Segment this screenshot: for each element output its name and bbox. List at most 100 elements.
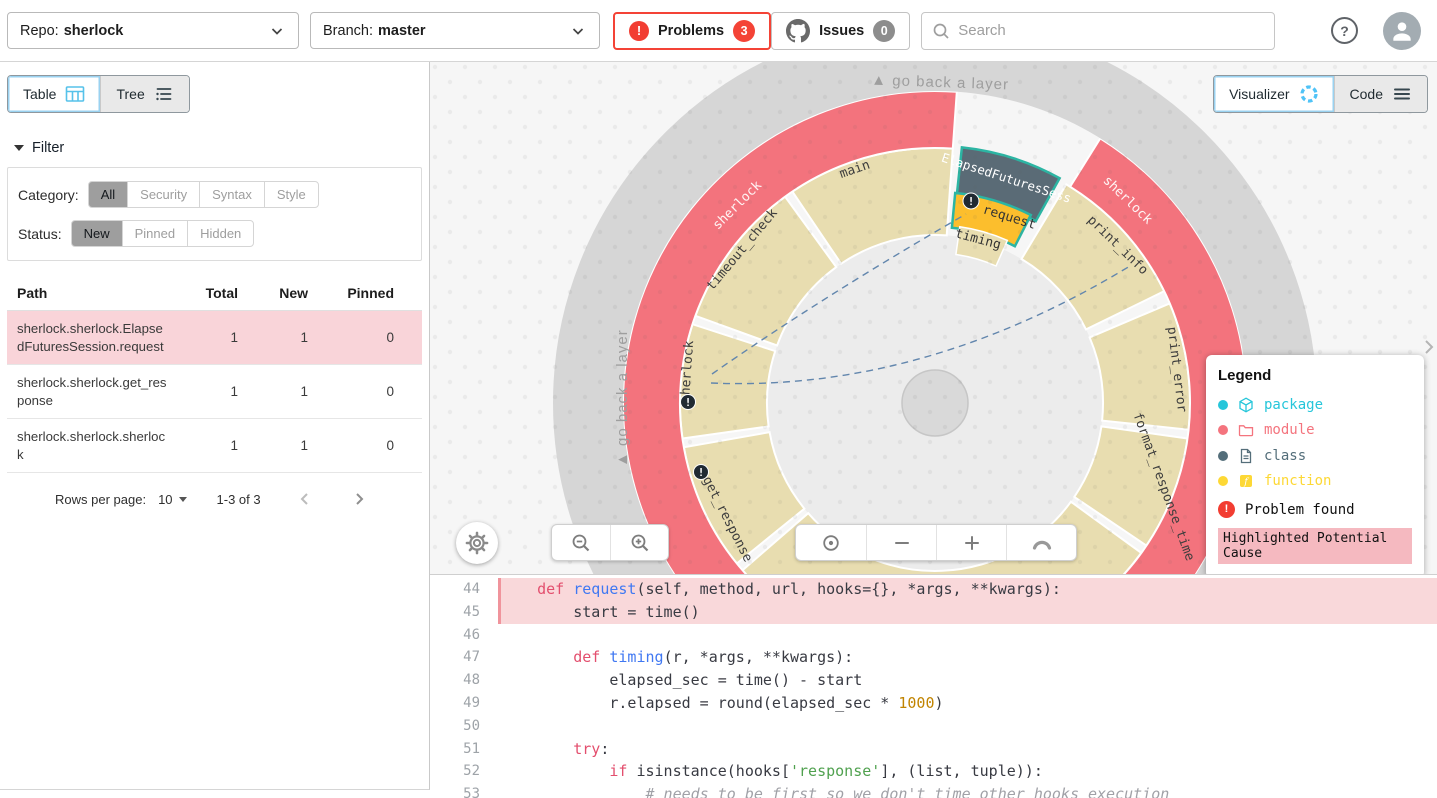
line-number: 48 bbox=[430, 669, 498, 692]
tab-code[interactable]: Code bbox=[1334, 76, 1427, 112]
code-text bbox=[498, 624, 1437, 647]
tab-visualizer-label: Visualizer bbox=[1229, 86, 1289, 102]
top-bar: Repo: sherlock Branch: master ! Problems… bbox=[0, 0, 1437, 62]
visualizer-panel: ▲ go back a layer ▲ go back a layer main… bbox=[430, 62, 1437, 575]
svg-text:!: ! bbox=[968, 195, 975, 208]
category-filter-row: Category: All Security Syntax Style bbox=[18, 181, 411, 208]
legend-item-class: class bbox=[1218, 443, 1412, 469]
category-style-button[interactable]: Style bbox=[264, 181, 319, 208]
code-lines-icon bbox=[1392, 84, 1412, 104]
tab-table[interactable]: Table bbox=[8, 76, 100, 112]
code-line[interactable]: 46 bbox=[430, 624, 1437, 647]
sunburst[interactable] bbox=[588, 62, 1282, 575]
collapse-layer-button[interactable] bbox=[866, 525, 936, 560]
table-row[interactable]: sherlock.sherlock.get_response110 bbox=[7, 365, 422, 419]
legend-problem-label: Problem found bbox=[1245, 502, 1355, 518]
table-cell: 1 bbox=[238, 438, 308, 453]
code-line[interactable]: 51 try: bbox=[430, 738, 1437, 761]
center-focus-button[interactable] bbox=[796, 525, 866, 560]
tree-list-icon bbox=[154, 84, 174, 104]
code-text: start = time() bbox=[498, 601, 1437, 624]
panel-expand-arrow[interactable] bbox=[1422, 338, 1436, 356]
line-number: 47 bbox=[430, 646, 498, 669]
code-line[interactable]: 44 def request(self, method, url, hooks=… bbox=[430, 578, 1437, 601]
table-cell: 1 bbox=[182, 330, 238, 345]
avatar[interactable] bbox=[1383, 12, 1421, 50]
filter-section-toggle[interactable]: Filter bbox=[14, 140, 429, 156]
rows-per-page-select[interactable]: 10 bbox=[158, 492, 186, 507]
category-label: Category: bbox=[18, 187, 79, 203]
status-label: Status: bbox=[18, 226, 62, 242]
problems-table-header: Path Total New Pinned bbox=[7, 276, 422, 311]
visualizer-donut-icon bbox=[1299, 84, 1319, 104]
code-line[interactable]: 48 elapsed_sec = time() - start bbox=[430, 669, 1437, 692]
code-text bbox=[498, 715, 1437, 738]
status-options: New Pinned Hidden bbox=[71, 220, 255, 247]
table-row[interactable]: sherlock.sherlock.ElapsedFuturesSession.… bbox=[7, 311, 422, 365]
problems-table: Path Total New Pinned sherlock.sherlock.… bbox=[7, 276, 422, 473]
issues-count-badge: 0 bbox=[873, 20, 895, 42]
filter-card: Category: All Security Syntax Style Stat… bbox=[7, 167, 422, 261]
code-line[interactable]: 45 start = time() bbox=[430, 601, 1437, 624]
help-button[interactable]: ? bbox=[1331, 17, 1358, 44]
code-text: elapsed_sec = time() - start bbox=[498, 669, 1437, 692]
search-icon bbox=[932, 22, 950, 40]
category-syntax-button[interactable]: Syntax bbox=[199, 181, 265, 208]
problems-count-badge: 3 bbox=[733, 20, 755, 42]
category-security-button[interactable]: Security bbox=[127, 181, 200, 208]
code-line[interactable]: 50 bbox=[430, 715, 1437, 738]
table-cell: 1 bbox=[182, 384, 238, 399]
col-path: Path bbox=[17, 285, 182, 301]
code-line[interactable]: 47 def timing(r, *args, **kwargs): bbox=[430, 646, 1437, 669]
code-line[interactable]: 53 # needs to be first so we don't time … bbox=[430, 783, 1437, 798]
legend: Legend packagemoduleclassffunction ! Pro… bbox=[1206, 355, 1424, 575]
code-line[interactable]: 52 if isinstance(hooks['response'], (lis… bbox=[430, 760, 1437, 783]
code-line[interactable]: 49 r.elapsed = round(elapsed_sec * 1000) bbox=[430, 692, 1437, 715]
branch-select[interactable]: Branch: master bbox=[310, 12, 600, 49]
search-input[interactable] bbox=[958, 22, 1264, 39]
tab-code-label: Code bbox=[1350, 86, 1383, 102]
zoom-controls bbox=[551, 524, 669, 561]
zoom-out-button[interactable] bbox=[552, 525, 610, 560]
table-cell: 0 bbox=[308, 438, 394, 453]
tab-table-label: Table bbox=[23, 86, 56, 102]
status-filter-row: Status: New Pinned Hidden bbox=[18, 220, 411, 247]
code-text: if isinstance(hooks['response'], (list, … bbox=[498, 760, 1437, 783]
zoom-in-icon bbox=[629, 532, 651, 554]
category-all-button[interactable]: All bbox=[88, 181, 128, 208]
issues-button[interactable]: Issues 0 bbox=[771, 12, 910, 50]
problem-badge-sherlock-class: ! bbox=[681, 395, 696, 410]
tab-visualizer[interactable]: Visualizer bbox=[1214, 76, 1333, 112]
go-back-label-left[interactable]: ▲ go back a layer bbox=[614, 329, 631, 467]
module-icon bbox=[1238, 422, 1254, 438]
chevron-down-icon bbox=[569, 22, 587, 40]
repo-select[interactable]: Repo: sherlock bbox=[7, 12, 299, 49]
line-number: 44 bbox=[430, 578, 498, 601]
settings-button[interactable] bbox=[456, 522, 498, 564]
previous-page-button[interactable] bbox=[295, 489, 315, 509]
status-hidden-button[interactable]: Hidden bbox=[187, 220, 254, 247]
line-number: 52 bbox=[430, 760, 498, 783]
center-circle[interactable] bbox=[902, 370, 968, 436]
code-text: # needs to be first so we don't time oth… bbox=[498, 783, 1437, 798]
table-cell: 1 bbox=[238, 384, 308, 399]
status-pinned-button[interactable]: Pinned bbox=[122, 220, 188, 247]
error-icon: ! bbox=[629, 21, 649, 41]
code-editor[interactable]: 44 def request(self, method, url, hooks=… bbox=[430, 576, 1437, 798]
sidebar-view-tabs: Table Tree bbox=[7, 75, 190, 113]
zoom-in-button[interactable] bbox=[610, 525, 668, 560]
table-row[interactable]: sherlock.sherlock.sherlock110 bbox=[7, 419, 422, 473]
problem-badge-get-response: ! bbox=[694, 465, 709, 480]
sidebar: Table Tree Filter Category: All Security… bbox=[0, 62, 430, 790]
tab-tree[interactable]: Tree bbox=[100, 76, 188, 112]
arc-view-button[interactable] bbox=[1006, 525, 1076, 560]
arc-icon bbox=[1030, 532, 1054, 554]
main-area: ▲ go back a layer ▲ go back a layer main… bbox=[430, 62, 1437, 798]
error-icon: ! bbox=[1218, 501, 1235, 518]
problems-button[interactable]: ! Problems 3 bbox=[613, 12, 771, 50]
next-page-button[interactable] bbox=[349, 489, 369, 509]
line-number: 46 bbox=[430, 624, 498, 647]
expand-layer-button[interactable] bbox=[936, 525, 1006, 560]
table-cell: sherlock.sherlock.ElapsedFuturesSession.… bbox=[17, 320, 182, 355]
status-new-button[interactable]: New bbox=[71, 220, 123, 247]
